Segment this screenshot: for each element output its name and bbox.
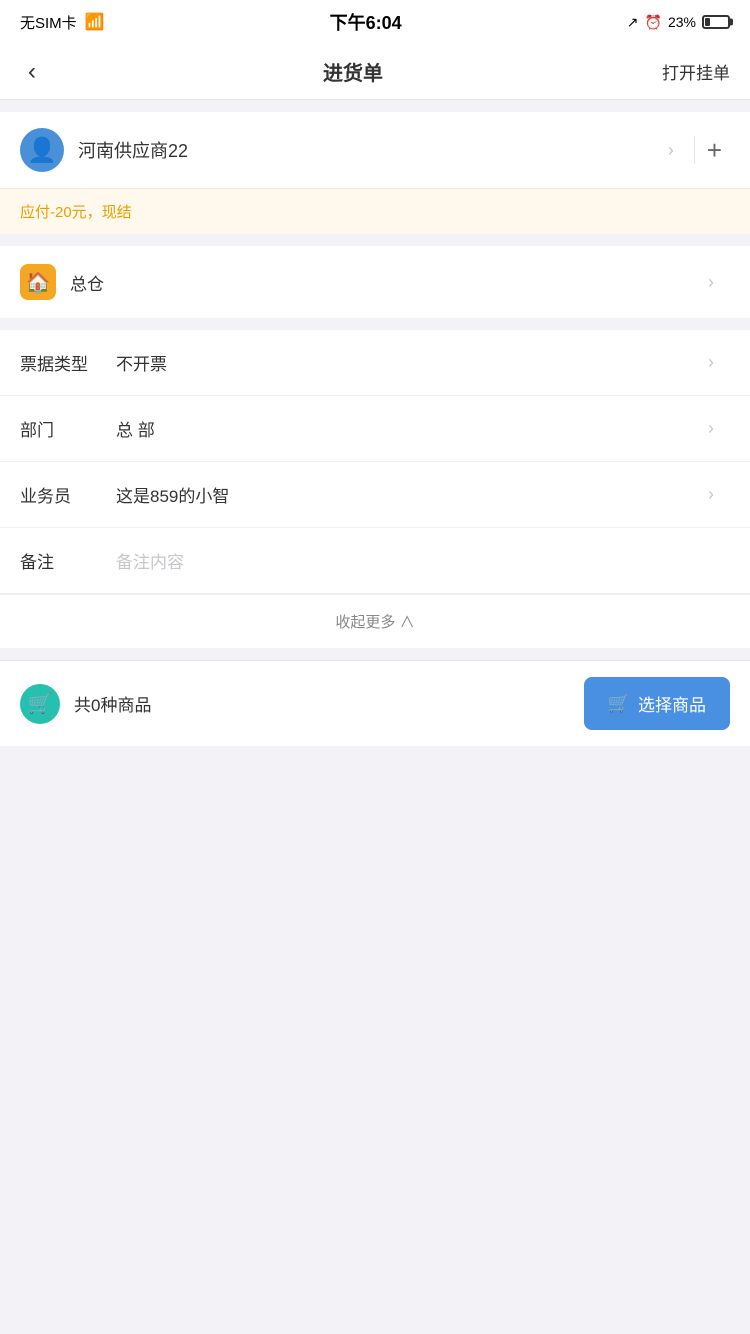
form-section: 票据类型 不开票 › 部门 总 部 › 业务员 这是859的小智 › 备注 备注… xyxy=(0,330,750,648)
status-indicators: ↗ ⏰ 23% xyxy=(627,14,730,31)
supplier-section: 👤 河南供应商22 › + 应付-20元，现结 xyxy=(0,112,750,234)
ticket-type-chevron: › xyxy=(708,352,714,373)
page-content: 👤 河南供应商22 › + 应付-20元，现结 🏠 总仓 › 票据类型 不开票 … xyxy=(0,100,750,1334)
department-row[interactable]: 部门 总 部 › xyxy=(0,396,750,462)
select-product-button[interactable]: 🛒 选择商品 xyxy=(584,677,730,730)
department-chevron: › xyxy=(708,418,714,439)
salesperson-label: 业务员 xyxy=(20,482,100,507)
warehouse-icon: 🏠 xyxy=(26,270,51,295)
salesperson-value: 这是859的小智 xyxy=(100,482,708,507)
product-count-text: 共0种商品 xyxy=(74,691,584,716)
section-gap-4 xyxy=(0,648,750,660)
remarks-row[interactable]: 备注 备注内容 xyxy=(0,528,750,594)
status-carrier: 无SIM卡 📶 xyxy=(20,12,105,33)
notice-banner: 应付-20元，现结 xyxy=(0,188,750,234)
section-gap-3 xyxy=(0,318,750,330)
section-gap-1 xyxy=(0,100,750,112)
carrier-text: 无SIM卡 xyxy=(20,12,77,33)
product-cart-icon: 🛒 xyxy=(28,691,53,716)
ticket-type-row[interactable]: 票据类型 不开票 › xyxy=(0,330,750,396)
battery-icon xyxy=(702,15,730,29)
supplier-avatar: 👤 xyxy=(20,128,64,172)
supplier-name: 河南供应商22 xyxy=(78,137,668,163)
department-value: 总 部 xyxy=(100,416,708,441)
supplier-chevron-icon: › xyxy=(668,140,674,161)
select-cart-icon: 🛒 xyxy=(608,693,630,714)
status-time: 下午6:04 xyxy=(330,9,402,35)
avatar-icon: 👤 xyxy=(27,136,57,165)
bottom-bar: 🛒 共0种商品 🛒 选择商品 xyxy=(0,660,750,746)
notice-text: 应付-20元，现结 xyxy=(20,204,132,221)
status-bar: 无SIM卡 📶 下午6:04 ↗ ⏰ 23% xyxy=(0,0,750,44)
ticket-type-label: 票据类型 xyxy=(20,350,100,375)
product-icon-wrap: 🛒 xyxy=(20,684,60,724)
battery-percent: 23% xyxy=(668,14,696,30)
collapse-row[interactable]: 收起更多 ∧ xyxy=(0,594,750,648)
warehouse-section: 🏠 总仓 › xyxy=(0,246,750,318)
warehouse-icon-wrap: 🏠 xyxy=(20,264,56,300)
select-button-label: 选择商品 xyxy=(638,691,706,716)
ticket-type-value: 不开票 xyxy=(100,350,708,375)
vertical-divider xyxy=(694,136,695,164)
open-pending-button[interactable]: 打开挂单 xyxy=(662,59,730,84)
wifi-icon: 📶 xyxy=(85,12,105,32)
remarks-label: 备注 xyxy=(20,548,100,573)
supplier-row[interactable]: 👤 河南供应商22 › + xyxy=(0,112,750,188)
warehouse-row[interactable]: 🏠 总仓 › xyxy=(0,246,750,318)
add-button[interactable]: + xyxy=(699,131,730,170)
location-icon: ↗ xyxy=(627,14,639,31)
back-button[interactable]: ‹ xyxy=(20,50,44,94)
alarm-icon: ⏰ xyxy=(645,14,662,31)
collapse-button[interactable]: 收起更多 ∧ xyxy=(335,611,414,632)
section-gap-2 xyxy=(0,234,750,246)
department-label: 部门 xyxy=(20,416,100,441)
salesperson-row[interactable]: 业务员 这是859的小智 › xyxy=(0,462,750,528)
nav-bar: ‹ 进货单 打开挂单 xyxy=(0,44,750,100)
salesperson-chevron: › xyxy=(708,484,714,505)
warehouse-name: 总仓 xyxy=(70,270,708,295)
warehouse-chevron-icon: › xyxy=(708,272,714,293)
remarks-input[interactable]: 备注内容 xyxy=(100,548,730,573)
page-title: 进货单 xyxy=(323,57,383,86)
